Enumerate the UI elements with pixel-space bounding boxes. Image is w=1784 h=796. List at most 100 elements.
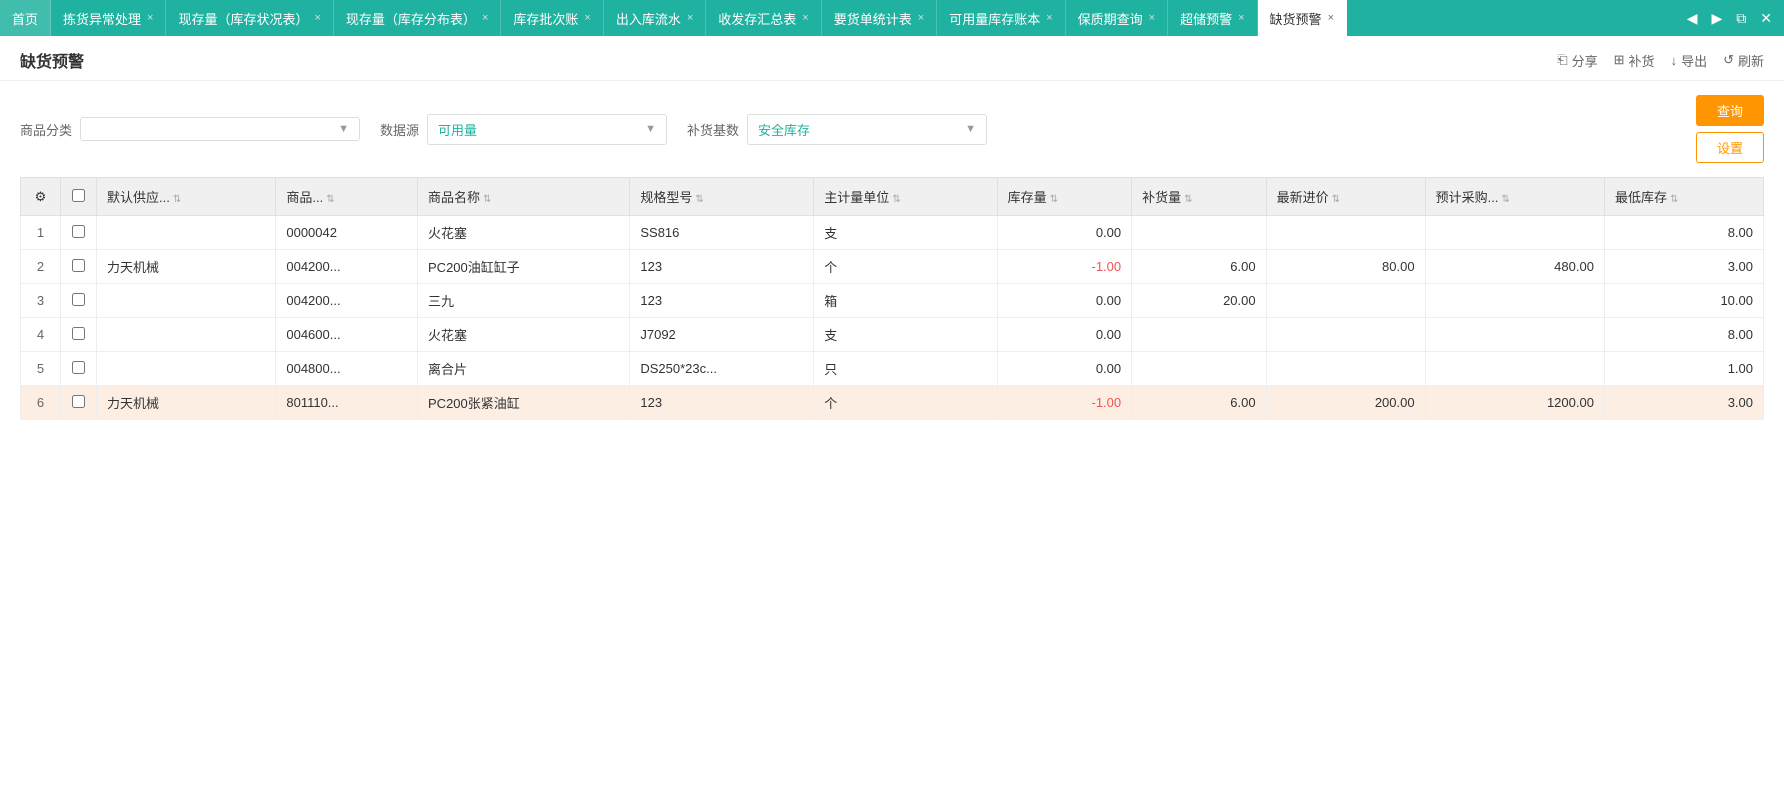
- tab-overstock[interactable]: 超储预警 ×: [1168, 0, 1257, 36]
- replenish-button[interactable]: ⊞ 补货: [1614, 51, 1655, 70]
- category-select[interactable]: ▼: [80, 117, 360, 141]
- tab-summary[interactable]: 收发存汇总表 ×: [706, 0, 821, 36]
- row-stock: -1.00: [997, 386, 1131, 420]
- close-tab-stock-dist[interactable]: ×: [482, 12, 488, 24]
- row-unit: 支: [814, 318, 997, 352]
- close-tab-batch[interactable]: ×: [584, 12, 590, 24]
- min-stock-sort-icon: ⇅: [1670, 194, 1678, 205]
- row-min-stock: 8.00: [1604, 216, 1763, 250]
- nav-close-button[interactable]: ✕: [1754, 6, 1778, 31]
- row-stock: 0.00: [997, 284, 1131, 318]
- col-stock[interactable]: 库存量⇅: [997, 178, 1131, 216]
- replenish-sort-icon: ⇅: [1184, 194, 1192, 205]
- latest-price-sort-icon: ⇅: [1332, 194, 1340, 205]
- close-tab-flow[interactable]: ×: [687, 12, 693, 24]
- row-checkbox-cell[interactable]: [61, 318, 97, 352]
- nav-restore-button[interactable]: ⧉: [1730, 6, 1752, 31]
- row-checkbox[interactable]: [72, 293, 85, 306]
- share-icon: ⎗: [1557, 52, 1567, 68]
- tab-flow[interactable]: 出入库流水 ×: [604, 0, 706, 36]
- tab-stock-dist[interactable]: 现存量（库存分布表） ×: [334, 0, 501, 36]
- close-tab-available[interactable]: ×: [1046, 12, 1052, 24]
- col-unit[interactable]: 主计量单位⇅: [814, 178, 997, 216]
- row-replenish: 6.00: [1132, 250, 1266, 284]
- export-button[interactable]: ↓ 导出: [1671, 51, 1708, 70]
- col-spec[interactable]: 规格型号⇅: [630, 178, 814, 216]
- table-body: 1 0000042 火花塞 SS816 支 0.00 8.00 2 力天机械 0…: [21, 216, 1764, 420]
- nav-prev-button[interactable]: ◀: [1681, 6, 1704, 31]
- row-checkbox-cell[interactable]: [61, 250, 97, 284]
- close-tab-overstock[interactable]: ×: [1238, 12, 1244, 24]
- close-tab-summary[interactable]: ×: [802, 12, 808, 24]
- nav-next-button[interactable]: ▶: [1705, 6, 1728, 31]
- row-index: 1: [21, 216, 61, 250]
- col-gear[interactable]: ⚙: [21, 178, 61, 216]
- row-unit: 只: [814, 352, 997, 386]
- refresh-button[interactable]: ↺ 刷新: [1723, 51, 1764, 70]
- row-latest-price: [1266, 216, 1425, 250]
- row-product-name: PC200油缸缸子: [418, 250, 630, 284]
- row-index: 4: [21, 318, 61, 352]
- tab-home[interactable]: 首页: [0, 0, 51, 36]
- row-spec: 123: [630, 386, 814, 420]
- table-row[interactable]: 4 004600... 火花塞 J7092 支 0.00 8.00: [21, 318, 1764, 352]
- tab-requisition[interactable]: 要货单统计表 ×: [822, 0, 937, 36]
- query-button[interactable]: 查询: [1696, 95, 1764, 126]
- tab-stock-status[interactable]: 现存量（库存状况表） ×: [166, 0, 333, 36]
- close-tab-shortage[interactable]: ×: [1328, 12, 1334, 24]
- row-latest-price: 200.00: [1266, 386, 1425, 420]
- tab-shortage[interactable]: 缺货预警 ×: [1258, 0, 1347, 36]
- row-replenish: [1132, 318, 1266, 352]
- col-est-purchase[interactable]: 预计采购...⇅: [1425, 178, 1604, 216]
- row-supplier: [97, 318, 276, 352]
- share-button[interactable]: ⎗ 分享: [1557, 51, 1597, 70]
- select-all-checkbox[interactable]: [72, 189, 85, 202]
- table-row[interactable]: 1 0000042 火花塞 SS816 支 0.00 8.00: [21, 216, 1764, 250]
- page-title: 缺货预警: [20, 48, 1557, 72]
- row-checkbox[interactable]: [72, 395, 85, 408]
- col-product-code[interactable]: 商品...⇅: [276, 178, 418, 216]
- row-supplier: 力天机械: [97, 250, 276, 284]
- row-est-purchase: [1425, 352, 1604, 386]
- tab-batch[interactable]: 库存批次账 ×: [501, 0, 603, 36]
- row-product-code: 004200...: [276, 284, 418, 318]
- replenish-select[interactable]: 安全库存 ▼: [747, 114, 987, 145]
- setting-button[interactable]: 设置: [1696, 132, 1764, 163]
- tab-picking[interactable]: 拣货异常处理 ×: [51, 0, 166, 36]
- close-tab-stock-status[interactable]: ×: [314, 12, 320, 24]
- row-checkbox-cell[interactable]: [61, 352, 97, 386]
- close-tab-picking[interactable]: ×: [147, 12, 153, 24]
- row-checkbox-cell[interactable]: [61, 386, 97, 420]
- row-replenish: 20.00: [1132, 284, 1266, 318]
- row-est-purchase: [1425, 216, 1604, 250]
- row-index: 3: [21, 284, 61, 318]
- col-supplier[interactable]: 默认供应...⇅: [97, 178, 276, 216]
- col-min-stock[interactable]: 最低库存⇅: [1604, 178, 1763, 216]
- col-checkbox[interactable]: [61, 178, 97, 216]
- category-filter-group: 商品分类 ▼: [20, 117, 360, 141]
- close-tab-requisition[interactable]: ×: [918, 12, 924, 24]
- col-product-name[interactable]: 商品名称⇅: [418, 178, 630, 216]
- close-tab-expiry[interactable]: ×: [1149, 12, 1155, 24]
- col-replenish[interactable]: 补货量⇅: [1132, 178, 1266, 216]
- datasource-label: 数据源: [380, 120, 419, 139]
- row-checkbox[interactable]: [72, 361, 85, 374]
- row-unit: 个: [814, 250, 997, 284]
- row-checkbox-cell[interactable]: [61, 284, 97, 318]
- table-row[interactable]: 3 004200... 三九 123 箱 0.00 20.00 10.00: [21, 284, 1764, 318]
- datasource-arrow: ▼: [645, 123, 656, 135]
- row-latest-price: [1266, 352, 1425, 386]
- row-checkbox-cell[interactable]: [61, 216, 97, 250]
- col-latest-price[interactable]: 最新进价⇅: [1266, 178, 1425, 216]
- row-checkbox[interactable]: [72, 327, 85, 340]
- datasource-select[interactable]: 可用量 ▼: [427, 114, 667, 145]
- row-checkbox[interactable]: [72, 259, 85, 272]
- row-checkbox[interactable]: [72, 225, 85, 238]
- table-row[interactable]: 5 004800... 离合片 DS250*23c... 只 0.00 1.00: [21, 352, 1764, 386]
- table-row[interactable]: 2 力天机械 004200... PC200油缸缸子 123 个 -1.00 6…: [21, 250, 1764, 284]
- tab-available[interactable]: 可用量库存账本 ×: [937, 0, 1065, 36]
- table-row[interactable]: 6 力天机械 801110... PC200张紧油缸 123 个 -1.00 6…: [21, 386, 1764, 420]
- row-unit: 箱: [814, 284, 997, 318]
- tab-expiry[interactable]: 保质期查询 ×: [1066, 0, 1168, 36]
- datasource-value: 可用量: [438, 120, 477, 139]
